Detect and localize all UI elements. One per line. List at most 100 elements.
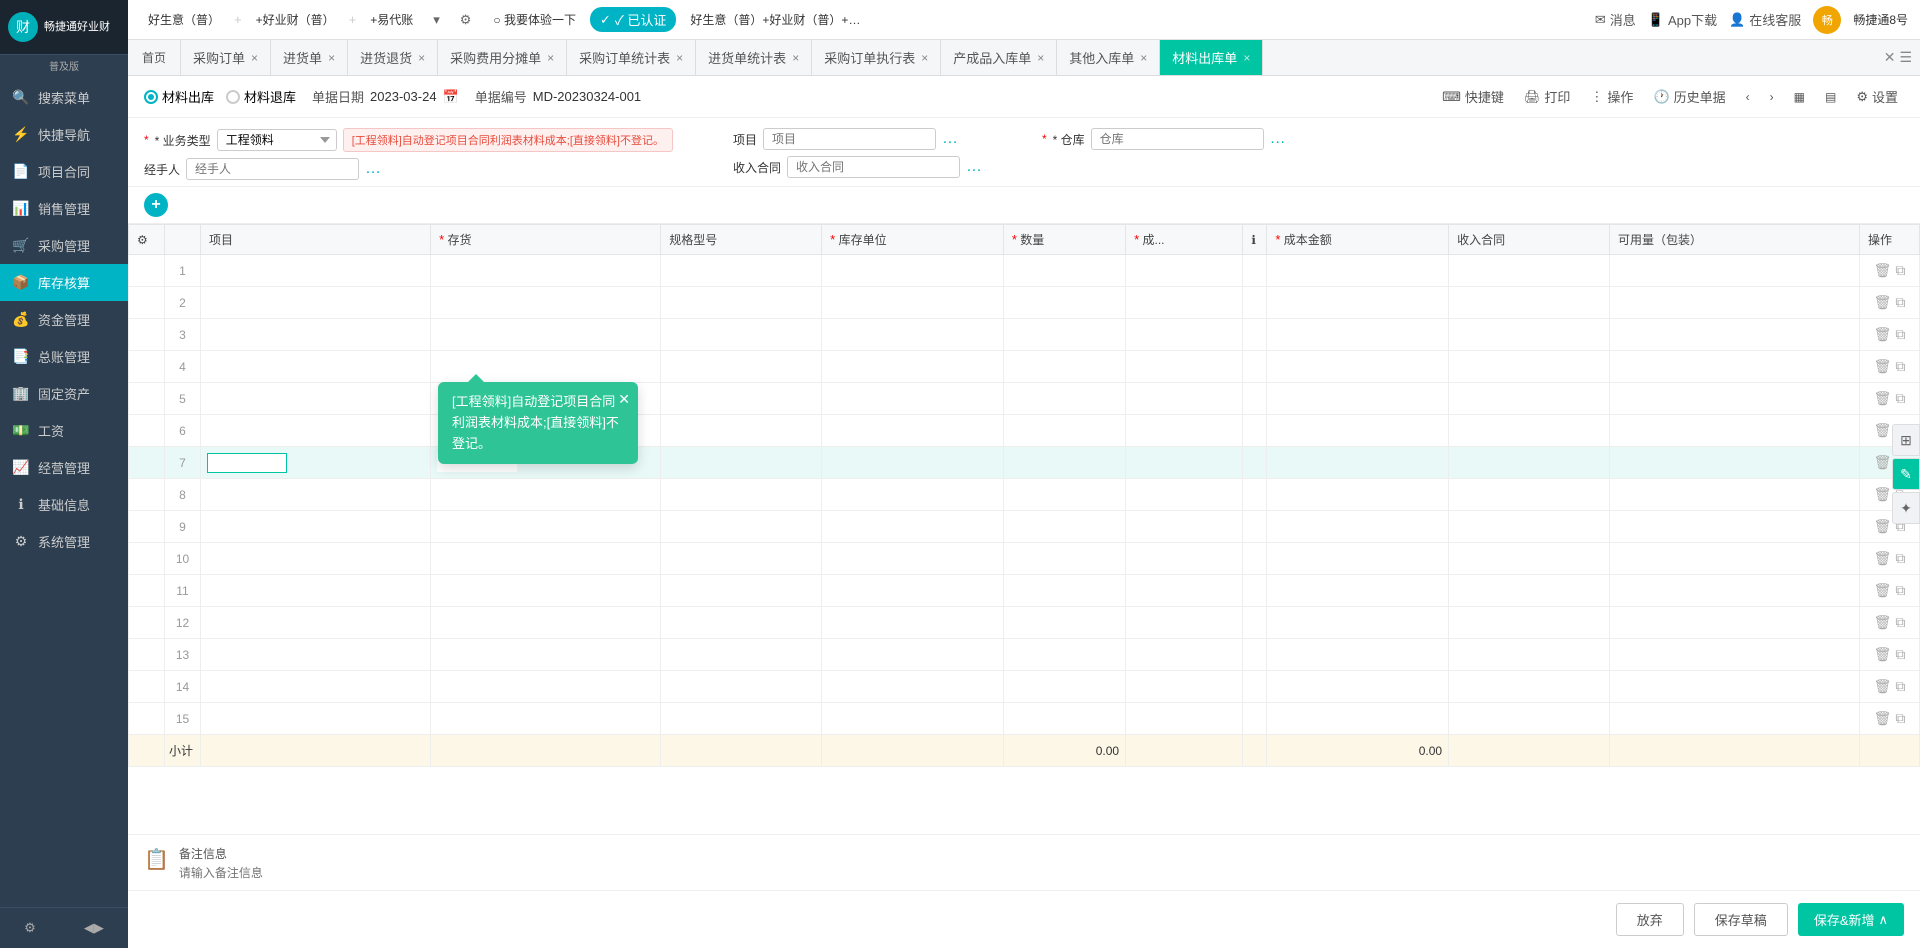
row-cost-amount-4[interactable] bbox=[1267, 351, 1449, 383]
row-inventory-3[interactable] bbox=[431, 319, 661, 351]
row-income-contract-5[interactable] bbox=[1449, 383, 1610, 415]
history-btn[interactable]: 🕐 历史单据 bbox=[1647, 84, 1731, 109]
row-unit-12[interactable] bbox=[822, 607, 1004, 639]
row-cost-amount-15[interactable] bbox=[1267, 703, 1449, 735]
delete-icon-7[interactable]: 🗑 bbox=[1874, 454, 1892, 471]
row-spec-8[interactable] bbox=[661, 479, 822, 511]
row-cost-amount-6[interactable] bbox=[1267, 415, 1449, 447]
row-spec-7[interactable] bbox=[661, 447, 822, 479]
tab-item-2[interactable]: 进货单× bbox=[271, 40, 348, 76]
row-unit-7[interactable] bbox=[822, 447, 1004, 479]
delete-icon-8[interactable]: 🗑 bbox=[1874, 486, 1892, 503]
sidebar-item-fixed-assets[interactable]: 🏢固定资产 bbox=[0, 375, 128, 412]
row-cost-price-12[interactable] bbox=[1126, 607, 1243, 639]
project-dots[interactable]: … bbox=[942, 130, 958, 148]
radio-material-return[interactable]: 材料退库 bbox=[226, 87, 296, 106]
tab-close-10[interactable]: × bbox=[1243, 51, 1250, 65]
row-income-contract-11[interactable] bbox=[1449, 575, 1610, 607]
row-cost-price-9[interactable] bbox=[1126, 511, 1243, 543]
username[interactable]: 畅捷通8号 bbox=[1853, 11, 1908, 28]
layout-btn1[interactable]: ▦ bbox=[1788, 87, 1811, 107]
sidebar-settings-btn[interactable]: ⚙ bbox=[16, 916, 44, 940]
handler-input[interactable] bbox=[186, 158, 359, 180]
copy-icon-14[interactable]: ⧉ bbox=[1895, 678, 1905, 695]
row-cost-price-3[interactable] bbox=[1126, 319, 1243, 351]
right-float-btn-3[interactable]: ✦ bbox=[1892, 492, 1920, 524]
row-qty-13[interactable] bbox=[1003, 639, 1125, 671]
row-unit-10[interactable] bbox=[822, 543, 1004, 575]
row-cost-amount-12[interactable] bbox=[1267, 607, 1449, 639]
row-project-11[interactable] bbox=[201, 575, 431, 607]
tab-close-all-btn[interactable]: ✕ bbox=[1884, 49, 1896, 66]
delete-icon-10[interactable]: 🗑 bbox=[1874, 550, 1892, 567]
copy-icon-13[interactable]: ⧉ bbox=[1895, 646, 1905, 663]
sidebar-item-quick-nav[interactable]: ⚡快捷导航 bbox=[0, 116, 128, 153]
row-spec-5[interactable] bbox=[661, 383, 822, 415]
row-qty-2[interactable] bbox=[1003, 287, 1125, 319]
row-project-7[interactable] bbox=[201, 447, 431, 479]
row-cost-amount-11[interactable] bbox=[1267, 575, 1449, 607]
row-qty-9[interactable] bbox=[1003, 511, 1125, 543]
row-qty-1[interactable] bbox=[1003, 255, 1125, 287]
row-income-contract-7[interactable] bbox=[1449, 447, 1610, 479]
delete-icon-15[interactable]: 🗑 bbox=[1874, 710, 1892, 727]
sidebar-item-basic-info[interactable]: ℹ基础信息 bbox=[0, 486, 128, 523]
row-inventory-14[interactable] bbox=[431, 671, 661, 703]
print-btn[interactable]: 🖨 打印 bbox=[1518, 84, 1577, 109]
income-contract-dots[interactable]: … bbox=[966, 158, 982, 176]
row-income-contract-12[interactable] bbox=[1449, 607, 1610, 639]
row-cost-price-2[interactable] bbox=[1126, 287, 1243, 319]
row-unit-3[interactable] bbox=[822, 319, 1004, 351]
row-cost-amount-2[interactable] bbox=[1267, 287, 1449, 319]
warehouse-dots[interactable]: … bbox=[1270, 130, 1286, 148]
row-inventory-2[interactable] bbox=[431, 287, 661, 319]
add-row-btn[interactable]: + bbox=[144, 193, 168, 217]
row-cost-price-11[interactable] bbox=[1126, 575, 1243, 607]
delete-icon-5[interactable]: 🗑 bbox=[1874, 390, 1892, 407]
tab-close-5[interactable]: × bbox=[676, 51, 683, 65]
nav-next-btn[interactable]: › bbox=[1764, 87, 1780, 107]
tab-item-8[interactable]: 产成品入库单× bbox=[941, 40, 1057, 76]
app-btn-agent[interactable]: +易代账 bbox=[362, 8, 421, 31]
tab-item-7[interactable]: 采购订单执行表× bbox=[812, 40, 941, 76]
delete-icon-13[interactable]: 🗑 bbox=[1874, 646, 1892, 663]
message-btn[interactable]: ✉ 消息 bbox=[1595, 10, 1636, 29]
app-btn-good-biz[interactable]: 好生意（普） bbox=[140, 8, 228, 31]
row-cost-price-1[interactable] bbox=[1126, 255, 1243, 287]
sidebar-item-search[interactable]: 🔍搜索菜单 bbox=[0, 79, 128, 116]
row-qty-15[interactable] bbox=[1003, 703, 1125, 735]
copy-icon-12[interactable]: ⧉ bbox=[1895, 614, 1905, 631]
row-income-contract-2[interactable] bbox=[1449, 287, 1610, 319]
row-spec-9[interactable] bbox=[661, 511, 822, 543]
row-project-15[interactable] bbox=[201, 703, 431, 735]
tab-home[interactable]: 首页 bbox=[128, 40, 181, 76]
row-cost-price-8[interactable] bbox=[1126, 479, 1243, 511]
row-project-1[interactable] bbox=[201, 255, 431, 287]
sidebar-item-finance[interactable]: 💰资金管理 bbox=[0, 301, 128, 338]
settings-btn[interactable]: ⚙ 设置 bbox=[1850, 84, 1904, 109]
right-float-btn-2[interactable]: ✎ bbox=[1892, 458, 1920, 490]
row-project-2[interactable] bbox=[201, 287, 431, 319]
sidebar-collapse-btn[interactable]: ◀▶ bbox=[76, 916, 112, 940]
row-project-5[interactable] bbox=[201, 383, 431, 415]
delete-icon-12[interactable]: 🗑 bbox=[1874, 614, 1892, 631]
row-cost-amount-14[interactable] bbox=[1267, 671, 1449, 703]
row-income-contract-1[interactable] bbox=[1449, 255, 1610, 287]
row-inventory-1[interactable] bbox=[431, 255, 661, 287]
tab-item-10[interactable]: 材料出库单× bbox=[1160, 40, 1263, 76]
layout-btn2[interactable]: ▤ bbox=[1819, 87, 1842, 107]
row-unit-1[interactable] bbox=[822, 255, 1004, 287]
row-inventory-15[interactable] bbox=[431, 703, 661, 735]
copy-icon-1[interactable]: ⧉ bbox=[1895, 262, 1905, 279]
warehouse-input[interactable] bbox=[1091, 128, 1264, 150]
copy-icon-2[interactable]: ⧉ bbox=[1895, 294, 1905, 311]
row-spec-4[interactable] bbox=[661, 351, 822, 383]
sidebar-item-inventory[interactable]: 📦库存核算 bbox=[0, 264, 128, 301]
row-unit-4[interactable] bbox=[822, 351, 1004, 383]
row-spec-15[interactable] bbox=[661, 703, 822, 735]
delete-icon-11[interactable]: 🗑 bbox=[1874, 582, 1892, 599]
delete-icon-2[interactable]: 🗑 bbox=[1874, 294, 1892, 311]
row-project-3[interactable] bbox=[201, 319, 431, 351]
copy-icon-5[interactable]: ⧉ bbox=[1895, 390, 1905, 407]
row-qty-5[interactable] bbox=[1003, 383, 1125, 415]
